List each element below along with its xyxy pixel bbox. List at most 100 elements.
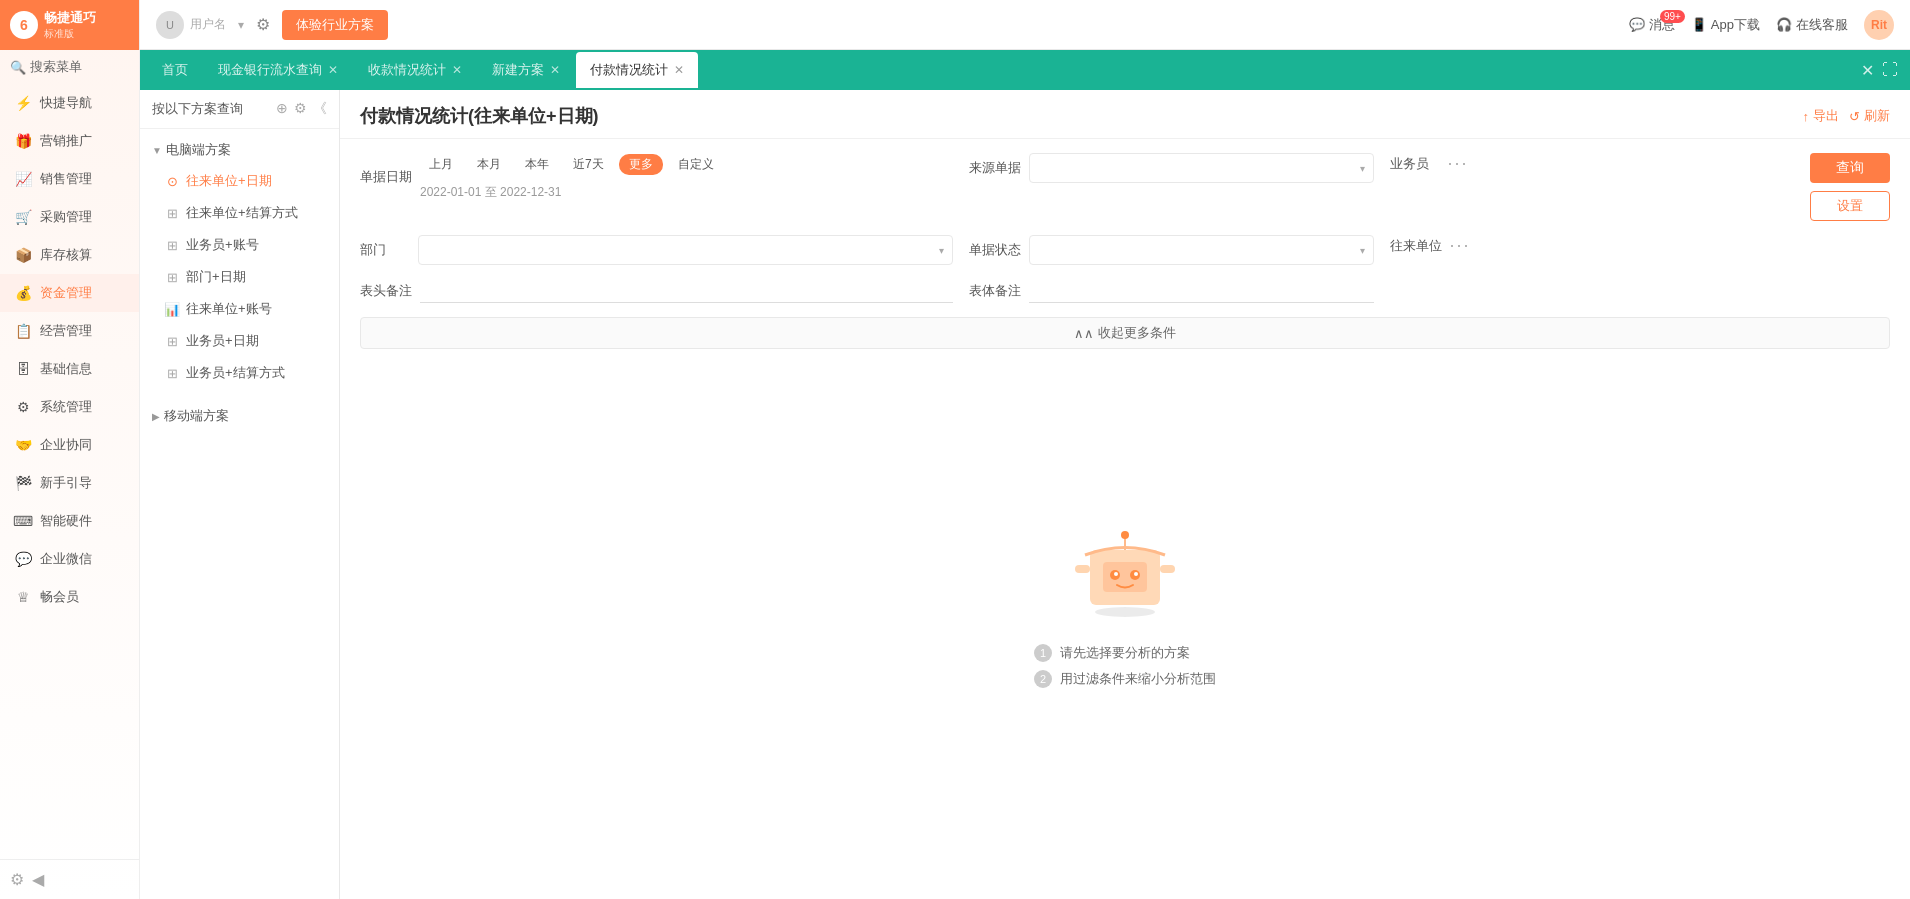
user-avatar-right[interactable]: Rit (1864, 10, 1894, 40)
scheme-item-dept-date[interactable]: ⊞ 部门+日期 (140, 261, 339, 293)
sidebar-item-vip[interactable]: ♕ 畅会员 (0, 578, 139, 616)
tab-cash-query-close[interactable]: ✕ (328, 63, 338, 77)
body-remark-input[interactable] (1029, 279, 1373, 303)
sidebar-item-purchase[interactable]: 🛒 采购管理 (0, 198, 139, 236)
tab-receipt-stats[interactable]: 收款情况统计 ✕ (354, 52, 476, 88)
setting-button[interactable]: 设置 (1810, 191, 1890, 221)
scheme-item-staff-payment[interactable]: ⊞ 业务员+结算方式 (140, 357, 339, 389)
header-remark-label: 表头备注 (360, 282, 412, 300)
header-remark-input[interactable] (420, 279, 953, 303)
add-scheme-icon[interactable]: ⊕ (276, 100, 288, 118)
scheme-table-icon-5: ⊞ (164, 365, 180, 381)
collapse-scheme-icon[interactable]: 《 (313, 100, 327, 118)
svg-point-6 (1134, 572, 1138, 576)
sidebar-item-enterprise[interactable]: 🤝 企业协同 (0, 426, 139, 464)
scheme-item-staff-account-label: 业务员+账号 (186, 236, 259, 254)
tab-cash-query[interactable]: 现金银行流水查询 ✕ (204, 52, 352, 88)
scheme-item-staff-date[interactable]: ⊞ 业务员+日期 (140, 325, 339, 357)
finance-icon: 💰 (14, 284, 32, 302)
search-menu[interactable]: 🔍 搜索菜单 (0, 50, 139, 84)
date-btn-more[interactable]: 更多 (619, 154, 663, 175)
sidebar: 6 畅捷通巧 标准版 🔍 搜索菜单 ⚡ 快捷导航 🎁 营销推广 📈 销售管理 🛒… (0, 0, 140, 899)
status-select[interactable]: ▾ (1029, 235, 1373, 265)
scheme-item-partner-payment-label: 往来单位+结算方式 (186, 204, 298, 222)
tab-maximize-icon[interactable]: ⛶ (1882, 61, 1898, 79)
dept-select[interactable]: ▾ (418, 235, 953, 265)
mobile-scheme-title[interactable]: ▶ 移动端方案 (140, 401, 339, 431)
desktop-scheme-label: 电脑端方案 (166, 141, 231, 159)
desktop-scheme-title[interactable]: ▼ 电脑端方案 (140, 135, 339, 165)
basic-label: 基础信息 (40, 360, 92, 378)
sidebar-item-guide[interactable]: 🏁 新手引导 (0, 464, 139, 502)
scheme-item-staff-account[interactable]: ⊞ 业务员+账号 (140, 229, 339, 261)
collapse-button[interactable]: ∧∧ 收起更多条件 (360, 317, 1890, 349)
scheme-item-partner-payment[interactable]: ⊞ 往来单位+结算方式 (140, 197, 339, 229)
message-badge[interactable]: 💬 消息 99+ (1629, 16, 1675, 34)
mobile-scheme-label: 移动端方案 (164, 407, 229, 425)
system-icon: ⚙ (14, 398, 32, 416)
source-select-arrow: ▾ (1360, 163, 1365, 174)
refresh-button[interactable]: ↺ 刷新 (1849, 107, 1890, 125)
date-btn-this-year[interactable]: 本年 (516, 153, 558, 176)
manage-scheme-icon[interactable]: ⚙ (294, 100, 307, 118)
query-button[interactable]: 查询 (1810, 153, 1890, 183)
sidebar-item-system[interactable]: ⚙ 系统管理 (0, 388, 139, 426)
date-btn-7days[interactable]: 近7天 (564, 153, 613, 176)
collapse-up-icon: ∧∧ (1074, 326, 1094, 341)
sales-icon: 📈 (14, 170, 32, 188)
scheme-header-icons: ⊕ ⚙ 《 (276, 100, 327, 118)
logo-icon: 6 (10, 11, 38, 39)
tab-payment-stats[interactable]: 付款情况统计 ✕ (576, 52, 698, 88)
sidebar-item-sales[interactable]: 📈 销售管理 (0, 160, 139, 198)
scheme-item-partner-date[interactable]: ⊙ 往来单位+日期 (140, 165, 339, 197)
sidebar-item-operation[interactable]: 📋 经营管理 (0, 312, 139, 350)
wechat-icon: 💬 (14, 550, 32, 568)
collapse-sidebar-icon[interactable]: ◀ (32, 870, 44, 889)
sidebar-item-hardware[interactable]: ⌨ 智能硬件 (0, 502, 139, 540)
date-label: 单据日期 (360, 168, 412, 186)
filter-actions: 查询 设置 (1810, 153, 1890, 221)
sidebar-item-wechat[interactable]: 💬 企业微信 (0, 540, 139, 578)
inventory-icon: 📦 (14, 246, 32, 264)
guide-icon: 🏁 (14, 474, 32, 492)
marketing-icon: 🎁 (14, 132, 32, 150)
sidebar-item-quick-nav[interactable]: ⚡ 快捷导航 (0, 84, 139, 122)
filter-header-remark-item: 表头备注 (360, 279, 953, 303)
date-group: 上月 本月 本年 近7天 更多 自定义 2022-01-01 至 2022-12… (420, 153, 953, 201)
content-area: 按以下方案查询 ⊕ ⚙ 《 ▼ 电脑端方案 ⊙ 往来单位+日期 ⊞ (140, 90, 1910, 899)
export-button[interactable]: ↑ 导出 (1803, 107, 1840, 125)
tab-payment-stats-label: 付款情况统计 (590, 61, 668, 79)
trial-button[interactable]: 体验行业方案 (282, 10, 388, 40)
online-service[interactable]: 🎧 在线客服 (1776, 16, 1848, 34)
date-btn-custom[interactable]: 自定义 (669, 153, 723, 176)
source-label: 来源单据 (969, 159, 1021, 177)
search-icon: 🔍 (10, 60, 26, 75)
salesman-label: 业务员 (1390, 155, 1440, 173)
guide-label: 新手引导 (40, 474, 92, 492)
partner-dots[interactable]: ··· (1450, 235, 1471, 256)
sidebar-item-marketing[interactable]: 🎁 营销推广 (0, 122, 139, 160)
tab-receipt-stats-close[interactable]: ✕ (452, 63, 462, 77)
tab-payment-stats-close[interactable]: ✕ (674, 63, 684, 77)
message-count: 99+ (1660, 10, 1685, 23)
tab-new-scheme-close[interactable]: ✕ (550, 63, 560, 77)
sidebar-logo: 6 畅捷通巧 标准版 (0, 0, 139, 50)
tab-new-scheme[interactable]: 新建方案 ✕ (478, 52, 574, 88)
salesman-dots[interactable]: ··· (1448, 153, 1469, 174)
sidebar-item-finance[interactable]: 💰 资金管理 (0, 274, 139, 312)
tab-cash-query-label: 现金银行流水查询 (218, 61, 322, 79)
sidebar-item-basic[interactable]: 🗄 基础信息 (0, 350, 139, 388)
scheme-item-partner-account-label: 往来单位+账号 (186, 300, 272, 318)
svg-rect-9 (1075, 565, 1090, 573)
tab-home[interactable]: 首页 (148, 52, 202, 88)
settings-bottom-icon[interactable]: ⚙ (10, 870, 24, 889)
topbar-gear-icon[interactable]: ⚙ (256, 15, 270, 34)
enterprise-icon: 🤝 (14, 436, 32, 454)
scheme-item-partner-account[interactable]: 📊 往来单位+账号 (140, 293, 339, 325)
date-btn-last-month[interactable]: 上月 (420, 153, 462, 176)
date-btn-this-month[interactable]: 本月 (468, 153, 510, 176)
source-select[interactable]: ▾ (1029, 153, 1373, 183)
app-download[interactable]: 📱 App下载 (1691, 16, 1760, 34)
sidebar-item-inventory[interactable]: 📦 库存核算 (0, 236, 139, 274)
tab-close-all-icon[interactable]: ✕ (1861, 61, 1874, 80)
